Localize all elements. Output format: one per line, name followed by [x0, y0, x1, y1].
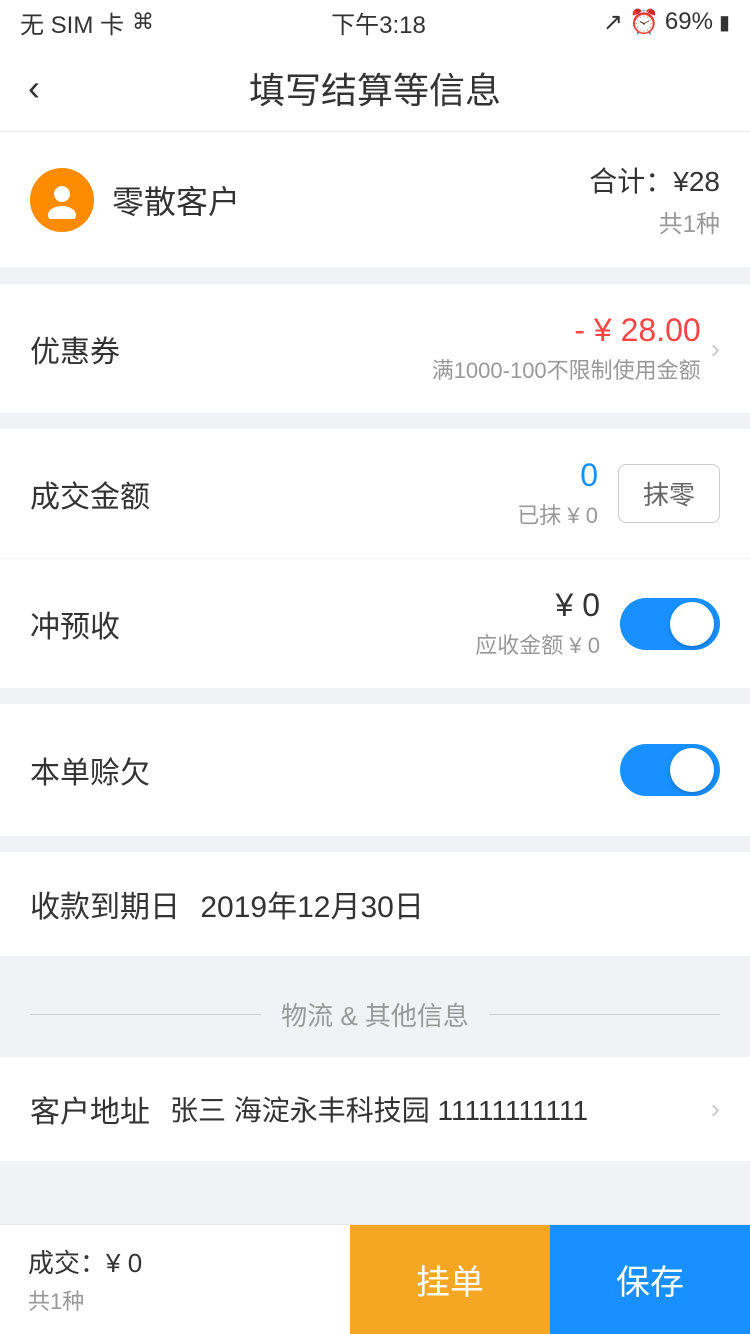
- bottom-deal-text: 成交：¥ 0: [28, 1243, 322, 1280]
- coupon-chevron-icon: ›: [711, 333, 720, 365]
- prepay-sub: 应收金额 ¥ 0: [475, 628, 600, 660]
- debit-label: 本单赊欠: [30, 748, 150, 792]
- due-date-value: 2019年12月30日: [200, 891, 423, 924]
- coupon-label: 优惠券: [30, 327, 120, 371]
- coupon-section: 优惠券 - ¥ 28.00 满1000-100不限制使用金额 ›: [0, 283, 750, 413]
- bottom-bar: 成交：¥ 0 共1种 挂单 保存: [0, 1224, 750, 1334]
- prepay-value-block: ¥ 0 应收金额 ¥ 0: [475, 587, 600, 660]
- nav-bar: ‹ 填写结算等信息: [0, 44, 750, 132]
- prepay-value: ¥ 0: [475, 587, 600, 624]
- deal-amount-row: 成交金额 0 已抹 ¥ 0 抹零: [0, 429, 750, 558]
- debit-toggle-circle: [670, 748, 714, 792]
- status-bar: 无 SIM 卡 ⌘ 下午3:18 ↗ ⏰ 69% ▮: [0, 0, 750, 44]
- due-date-label: 收款到期日: [30, 891, 180, 924]
- due-date-row: 收款到期日 2019年12月30日: [0, 852, 750, 956]
- page-title: 填写结算等信息: [249, 62, 501, 114]
- prepay-label: 冲预收: [30, 602, 120, 646]
- customer-row: 零散客户 合计：¥28 共1种: [0, 132, 750, 267]
- save-button[interactable]: 保存: [550, 1225, 750, 1334]
- customer-name: 零散客户: [112, 177, 240, 223]
- location-icon: ↗: [603, 8, 623, 37]
- prepay-toggle[interactable]: [620, 598, 720, 650]
- customer-summary: 合计：¥28 共1种: [589, 160, 720, 239]
- address-label: 客户地址: [30, 1087, 150, 1131]
- bottom-count-text: 共1种: [28, 1284, 322, 1316]
- divider-line-right: [489, 1014, 720, 1015]
- debit-toggle[interactable]: [620, 744, 720, 796]
- address-chevron-icon: ›: [711, 1093, 720, 1125]
- deal-right: 0 已抹 ¥ 0 抹零: [517, 457, 720, 530]
- avatar: [30, 168, 94, 232]
- status-left: 无 SIM 卡 ⌘: [20, 5, 154, 40]
- carrier-text: 无 SIM 卡: [20, 5, 124, 40]
- alarm-icon: ⏰: [629, 8, 659, 37]
- debit-section: 本单赊欠: [0, 704, 750, 836]
- logistics-divider: 物流 & 其他信息: [0, 972, 750, 1057]
- deal-value-block: 0 已抹 ¥ 0: [517, 457, 598, 530]
- address-value: 张三 海淀永丰科技园 11111111111: [170, 1089, 711, 1129]
- coupon-desc: 满1000-100不限制使用金额: [432, 353, 701, 385]
- battery-text: 69%: [665, 8, 713, 36]
- address-row[interactable]: 客户地址 张三 海淀永丰科技园 11111111111 ›: [0, 1057, 750, 1161]
- content-area: 零散客户 合计：¥28 共1种 优惠券 - ¥ 28.00 满1000-100不…: [0, 132, 750, 1281]
- coupon-row[interactable]: 优惠券 - ¥ 28.00 满1000-100不限制使用金额 ›: [0, 283, 750, 413]
- status-right: ↗ ⏰ 69% ▮: [603, 8, 730, 37]
- hang-button[interactable]: 挂单: [350, 1225, 550, 1334]
- coupon-info: - ¥ 28.00 满1000-100不限制使用金额: [432, 312, 701, 385]
- time-text: 下午3:18: [331, 5, 426, 40]
- amount-section: 成交金额 0 已抹 ¥ 0 抹零 冲预收 ¥ 0 应收金额 ¥ 0: [0, 429, 750, 688]
- customer-left: 零散客户: [30, 168, 240, 232]
- bottom-deal-label: 成交：: [28, 1248, 106, 1278]
- coupon-right: - ¥ 28.00 满1000-100不限制使用金额 ›: [432, 312, 720, 385]
- battery-icon: ▮: [719, 10, 730, 35]
- logistics-text: 物流 & 其他信息: [281, 996, 469, 1033]
- deal-value: 0: [517, 457, 598, 494]
- wifi-icon: ⌘: [132, 9, 154, 35]
- back-button[interactable]: ‹: [28, 67, 40, 109]
- deal-sub: 已抹 ¥ 0: [517, 498, 598, 530]
- customer-count: 共1种: [589, 204, 720, 239]
- customer-total: 合计：¥28: [589, 160, 720, 200]
- coupon-discount: - ¥ 28.00: [432, 312, 701, 349]
- prepay-right: ¥ 0 应收金额 ¥ 0: [475, 587, 720, 660]
- toggle-circle: [670, 602, 714, 646]
- prepay-row: 冲预收 ¥ 0 应收金额 ¥ 0: [0, 558, 750, 688]
- divider-line-left: [30, 1014, 261, 1015]
- bottom-deal-value: ¥ 0: [106, 1248, 142, 1278]
- round-zero-button[interactable]: 抹零: [618, 464, 720, 523]
- bottom-info: 成交：¥ 0 共1种: [0, 1225, 350, 1334]
- deal-label: 成交金额: [30, 472, 150, 516]
